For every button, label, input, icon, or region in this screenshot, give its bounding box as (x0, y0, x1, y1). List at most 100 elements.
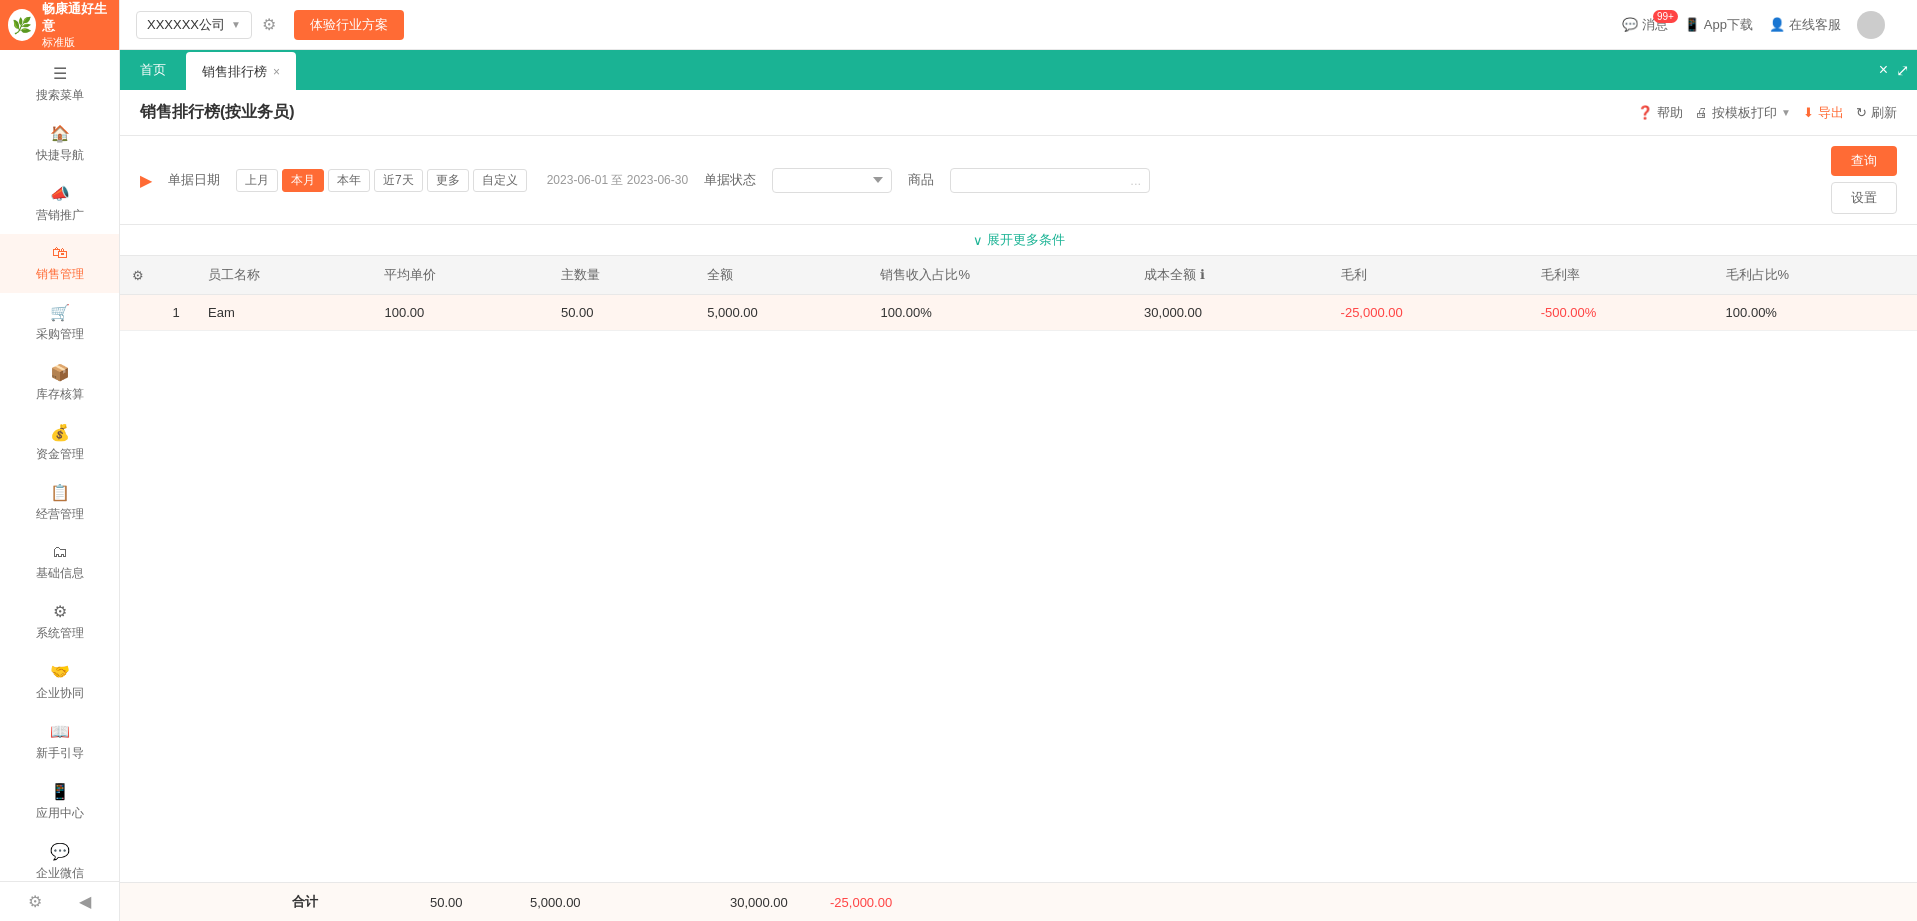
tab-home[interactable]: 首页 (120, 50, 186, 90)
footer-label: 合计 (292, 893, 318, 911)
sidebar-label-basic-info: 基础信息 (36, 565, 84, 582)
status-select[interactable] (772, 168, 892, 193)
sidebar-label-purchase: 采购管理 (36, 326, 84, 343)
collapse-sidebar-btn[interactable]: ◀ (79, 892, 91, 911)
wechat-icon: 💬 (50, 842, 70, 861)
tab-sales-ranking[interactable]: 销售排行榜 × (186, 52, 296, 92)
status-filter-label: 单据状态 (704, 171, 756, 189)
help-icon: ❓ (1637, 105, 1653, 120)
row-settings (120, 295, 156, 331)
refresh-icon: ↻ (1856, 105, 1867, 120)
print-dropdown-icon: ▼ (1781, 107, 1791, 118)
filter-action-buttons: 查询 设置 (1831, 146, 1897, 214)
sidebar-item-marketing[interactable]: 📣 营销推广 (0, 174, 119, 234)
goods-filter-label: 商品 (908, 171, 934, 189)
sidebar-item-sales[interactable]: 🛍 销售管理 (0, 234, 119, 293)
sidebar-item-finance[interactable]: 💰 资金管理 (0, 413, 119, 473)
message-button[interactable]: 💬 消息 99+ (1622, 16, 1668, 34)
tab-maximize-icon[interactable]: ⤢ (1896, 61, 1909, 80)
date-btn-last-7days[interactable]: 近7天 (374, 169, 423, 192)
filter-bar: ▶ 单据日期 上月 本月 本年 近7天 更多 自定义 2023-06-01 至 … (120, 136, 1917, 225)
date-btn-this-year[interactable]: 本年 (328, 169, 370, 192)
sidebar-item-wechat[interactable]: 💬 企业微信 (0, 832, 119, 881)
sidebar-label-app: 应用中心 (36, 805, 84, 822)
sidebar-item-inventory[interactable]: 📦 库存核算 (0, 353, 119, 413)
tab-close-icon[interactable]: × (273, 65, 280, 79)
row-gross-rate: -500.00% (1529, 295, 1714, 331)
expand-label: 展开更多条件 (987, 231, 1065, 249)
goods-filter-input[interactable]: ... (950, 168, 1150, 193)
sidebar-label-sales: 销售管理 (36, 266, 84, 283)
date-btn-custom[interactable]: 自定义 (473, 169, 527, 192)
col-header-gross: 毛利 (1329, 256, 1529, 295)
company-selector[interactable]: XXXXXX公司 ▼ (136, 11, 252, 39)
sidebar-item-purchase[interactable]: 🛒 采购管理 (0, 293, 119, 353)
online-service-button[interactable]: 👤 在线客服 (1769, 16, 1841, 34)
footer-sales-pct (618, 895, 718, 910)
filter-expand-arrow[interactable]: ▶ (140, 171, 152, 190)
industry-plan-button[interactable]: 体验行业方案 (294, 10, 404, 40)
col-header-qty: 主数量 (549, 256, 695, 295)
sidebar-label-marketing: 营销推广 (36, 207, 84, 224)
help-label: 帮助 (1657, 104, 1683, 122)
topbar-settings-icon[interactable]: ⚙ (262, 15, 276, 34)
row-name: Eam (196, 295, 372, 331)
tab-right-buttons: × ⤢ (1879, 61, 1917, 80)
sales-ranking-table: ⚙ 员工名称 平均单价 主数量 全额 (120, 256, 1917, 331)
row-sales-pct: 100.00% (868, 295, 1132, 331)
company-dropdown-icon: ▼ (231, 19, 241, 30)
col-header-rank (156, 256, 196, 295)
expand-icon: ∨ (973, 233, 983, 248)
export-icon: ⬇ (1803, 105, 1814, 120)
table-footer: 合计 50.00 5,000.00 30,000.00 -25,000.00 (120, 882, 1917, 921)
query-button[interactable]: 查询 (1831, 146, 1897, 176)
table-row[interactable]: 1 Eam 100.00 50.00 5,000.00 100.00% 30,0… (120, 295, 1917, 331)
col-header-settings[interactable]: ⚙ (120, 256, 156, 295)
setting-button[interactable]: 设置 (1831, 182, 1897, 214)
sidebar-item-operation[interactable]: 📋 经营管理 (0, 473, 119, 533)
table-container: ⚙ 员工名称 平均单价 主数量 全额 (120, 256, 1917, 882)
sidebar-label-search: 搜索菜单 (36, 87, 84, 104)
refresh-button[interactable]: ↻ 刷新 (1856, 104, 1897, 122)
company-name: XXXXXX公司 (147, 16, 225, 34)
help-button[interactable]: ❓ 帮助 (1637, 104, 1683, 122)
sidebar-label-guide: 新手引导 (36, 745, 84, 762)
expand-conditions-button[interactable]: ∨ 展开更多条件 (973, 231, 1065, 249)
app-download-button[interactable]: 📱 App下载 (1684, 16, 1753, 34)
sidebar-item-app[interactable]: 📱 应用中心 (0, 772, 119, 832)
operation-icon: 📋 (50, 483, 70, 502)
filter-row: ▶ 单据日期 上月 本月 本年 近7天 更多 自定义 2023-06-01 至 … (140, 146, 1897, 214)
tab-close-window-icon[interactable]: × (1879, 61, 1888, 79)
purchase-icon: 🛒 (50, 303, 70, 322)
topbar-right: 💬 消息 99+ 📱 App下载 👤 在线客服 (1622, 11, 1901, 39)
sidebar-label-finance: 资金管理 (36, 446, 84, 463)
refresh-label: 刷新 (1871, 104, 1897, 122)
print-button[interactable]: 🖨 按模板打印 ▼ (1695, 104, 1791, 122)
sidebar-item-enterprise[interactable]: 🤝 企业协同 (0, 652, 119, 712)
date-btn-more[interactable]: 更多 (427, 169, 469, 192)
row-cost: 30,000.00 (1132, 295, 1328, 331)
date-btn-last-month[interactable]: 上月 (236, 169, 278, 192)
settings-footer-btn[interactable]: ⚙ (28, 892, 42, 911)
guide-icon: 📖 (50, 722, 70, 741)
user-avatar[interactable] (1857, 11, 1885, 39)
sidebar-item-system[interactable]: ⚙ 系统管理 (0, 592, 119, 652)
marketing-icon: 📣 (50, 184, 70, 203)
sidebar-item-quick-nav[interactable]: 🏠 快捷导航 (0, 114, 119, 174)
footer-avg-price (318, 895, 418, 910)
export-button[interactable]: ⬇ 导出 (1803, 104, 1844, 122)
expand-conditions-row: ∨ 展开更多条件 (120, 225, 1917, 256)
row-gross: -25,000.00 (1329, 295, 1529, 331)
tab-sales-ranking-label: 销售排行榜 (202, 63, 267, 81)
date-filter-buttons: 上月 本月 本年 近7天 更多 自定义 (236, 169, 527, 192)
date-btn-this-month[interactable]: 本月 (282, 169, 324, 192)
footer-amount: 5,000.00 (518, 895, 618, 910)
sidebar-item-search[interactable]: ☰ 搜索菜单 (0, 54, 119, 114)
message-badge: 99+ (1653, 10, 1678, 23)
sidebar-item-guide[interactable]: 📖 新手引导 (0, 712, 119, 772)
tab-home-label: 首页 (140, 61, 166, 79)
footer-cost: 30,000.00 (718, 895, 818, 910)
basic-info-icon: 🗂 (52, 543, 68, 561)
sidebar-item-basic-info[interactable]: 🗂 基础信息 (0, 533, 119, 592)
footer-values: 50.00 5,000.00 30,000.00 -25,000.00 (318, 895, 918, 910)
